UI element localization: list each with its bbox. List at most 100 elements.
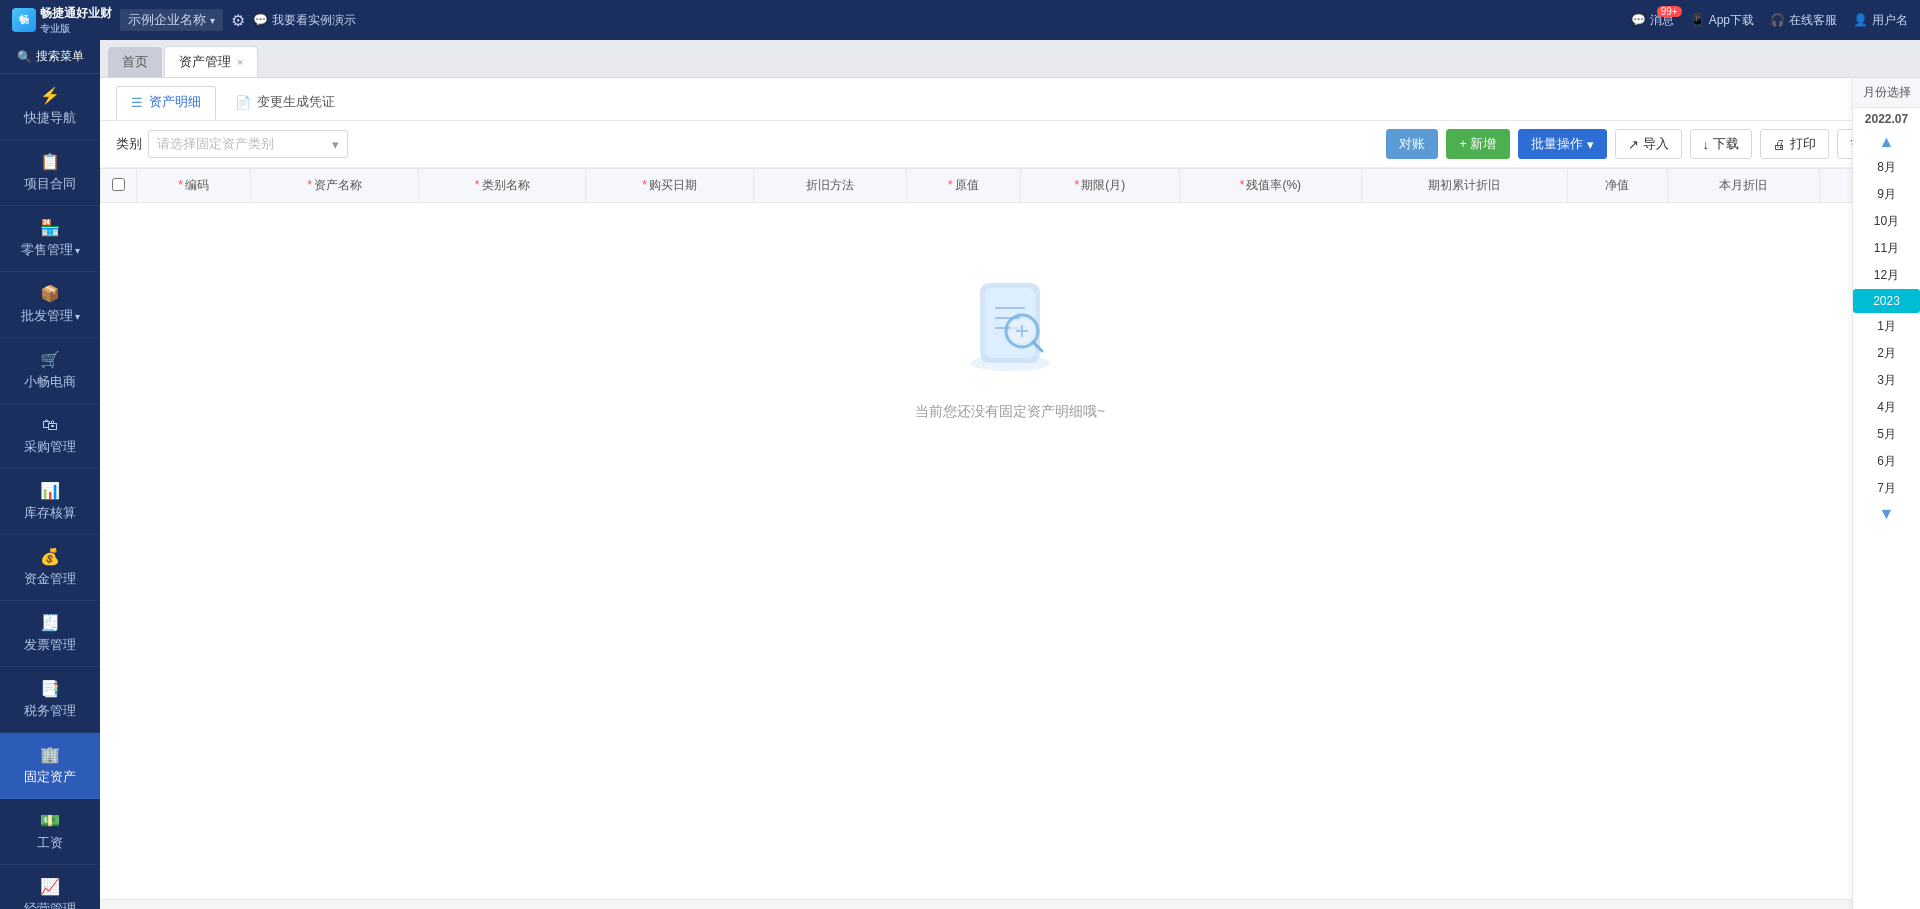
sidebar-item-operations[interactable]: 📈 经营管理 <box>0 865 100 909</box>
ecommerce-icon: 🛒 <box>40 350 60 369</box>
user-icon: 👤 <box>1853 13 1868 27</box>
content-area: 首页 资产管理 × ☰ 资产明细 📄 变更生成凭证 <box>100 40 1920 909</box>
download-icon: 📱 <box>1690 13 1705 27</box>
month-item-12[interactable]: 12月 <box>1853 262 1920 289</box>
col-name: *资产名称 <box>251 169 419 203</box>
sidebar-item-salary[interactable]: 💵 工资 <box>0 799 100 865</box>
col-period: *期限(月) <box>1021 169 1180 203</box>
print-icon: 🖨 <box>1773 137 1786 152</box>
sidebar-item-finance[interactable]: 💰 资金管理 <box>0 535 100 601</box>
online-service-button[interactable]: 🎧 在线客服 <box>1770 12 1837 29</box>
table-wrapper: *编码 *资产名称 *类别名称 *购买日期 折旧方法 *原值 *期限(月) *残… <box>100 168 1920 899</box>
month-item-11[interactable]: 11月 <box>1853 235 1920 262</box>
month-item-6[interactable]: 6月 <box>1853 448 1920 475</box>
invoice-icon: 🧾 <box>40 613 60 632</box>
year-2023-badge[interactable]: 2023 <box>1853 289 1920 313</box>
main-layout: 🔍 搜索菜单 ⚡ 快捷导航 📋 项目合同 🏪 零售管理 ▾ 📦 批发管理 ▾ <box>0 40 1920 909</box>
toolbar: 类别 请选择固定资产类别 ▾ 对账 + 新增 批量操作 ▾ <box>100 121 1920 168</box>
month-item-1[interactable]: 1月 <box>1853 313 1920 340</box>
project-icon: 📋 <box>40 152 60 171</box>
month-item-3[interactable]: 3月 <box>1853 367 1920 394</box>
month-item-4[interactable]: 4月 <box>1853 394 1920 421</box>
month-down-arrow[interactable]: ▼ <box>1876 502 1898 526</box>
tab-asset-management[interactable]: 资产管理 × <box>164 46 258 77</box>
sidebar: 🔍 搜索菜单 ⚡ 快捷导航 📋 项目合同 🏪 零售管理 ▾ 📦 批发管理 ▾ <box>0 40 100 909</box>
col-net-value: 净值 <box>1567 169 1667 203</box>
user-button[interactable]: 👤 用户名 <box>1853 12 1908 29</box>
message-icon: 💬 <box>1631 13 1646 27</box>
bottom-scrollbar[interactable] <box>100 899 1920 909</box>
sidebar-item-purchase[interactable]: 🛍 采购管理 <box>0 404 100 469</box>
sidebar-item-fixed-assets[interactable]: 🏢 固定资产 <box>0 733 100 799</box>
col-accumulated-dep: 期初累计折旧 <box>1362 169 1568 203</box>
sidebar-item-ecommerce[interactable]: 🛒 小畅电商 <box>0 338 100 404</box>
finance-icon: 💰 <box>40 547 60 566</box>
purchase-icon: 🛍 <box>42 416 58 434</box>
chevron-icon: ▾ <box>75 245 80 256</box>
sidebar-item-invoice[interactable]: 🧾 发票管理 <box>0 601 100 667</box>
month-item-2[interactable]: 2月 <box>1853 340 1920 367</box>
select-all-checkbox-header[interactable] <box>101 169 137 203</box>
month-item-10[interactable]: 10月 <box>1853 208 1920 235</box>
fixed-assets-icon: 🏢 <box>40 745 60 764</box>
import-button[interactable]: ↗ 导入 <box>1615 129 1682 159</box>
tab-close-button[interactable]: × <box>237 56 243 68</box>
logo-icon: 畅 <box>12 8 36 32</box>
sub-tab-bar: ☰ 资产明细 📄 变更生成凭证 <box>100 78 1920 121</box>
col-monthly-dep: 本月折旧 <box>1667 169 1820 203</box>
batch-operation-button[interactable]: 批量操作 ▾ <box>1518 129 1607 159</box>
month-item-8[interactable]: 8月 <box>1853 154 1920 181</box>
empty-state: 当前您还没有固定资产明细哦~ <box>100 203 1920 481</box>
month-up-arrow[interactable]: ▲ <box>1876 130 1898 154</box>
select-all-checkbox[interactable] <box>112 178 125 191</box>
empty-text: 当前您还没有固定资产明细哦~ <box>915 403 1105 421</box>
sidebar-search[interactable]: 🔍 搜索菜单 <box>0 40 100 74</box>
sidebar-item-quick-nav[interactable]: ⚡ 快捷导航 <box>0 74 100 140</box>
top-bar-right: 💬 消息 99+ 📱 App下载 🎧 在线客服 👤 用户名 <box>1631 12 1908 29</box>
month-item-5[interactable]: 5月 <box>1853 421 1920 448</box>
table-header-row: *编码 *资产名称 *类别名称 *购买日期 折旧方法 *原值 *期限(月) *残… <box>101 169 1920 203</box>
col-residual-rate: *残值率(%) <box>1179 169 1361 203</box>
search-icon: 🔍 <box>17 50 32 64</box>
download-button[interactable]: ↓ 下载 <box>1690 129 1753 159</box>
reconcile-button[interactable]: 对账 <box>1386 129 1438 159</box>
doc-icon: 📄 <box>235 95 251 110</box>
app-name: 畅捷通好业财 专业版 <box>40 5 112 36</box>
message-button[interactable]: 💬 消息 99+ <box>1631 12 1674 29</box>
month-item-7[interactable]: 7月 <box>1853 475 1920 502</box>
category-dropdown[interactable]: 请选择固定资产类别 ▾ <box>148 130 348 158</box>
sidebar-item-retail[interactable]: 🏪 零售管理 ▾ <box>0 206 100 272</box>
top-bar-left: 畅 畅捷通好业财 专业版 示例企业名称 ▾ ⚙ 💬 我要看实例演示 <box>12 5 356 36</box>
sidebar-item-project-contract[interactable]: 📋 项目合同 <box>0 140 100 206</box>
print-button[interactable]: 🖨 打印 <box>1760 129 1829 159</box>
app-download-button[interactable]: 📱 App下载 <box>1690 12 1754 29</box>
sidebar-item-tax[interactable]: 📑 税务管理 <box>0 667 100 733</box>
col-purchase-date: *购买日期 <box>586 169 754 203</box>
demo-icon: 💬 <box>253 13 268 27</box>
message-badge: 99+ <box>1657 6 1682 17</box>
operations-icon: 📈 <box>40 877 60 896</box>
empty-illustration <box>950 263 1070 383</box>
import-icon: ↗ <box>1628 137 1639 152</box>
dropdown-arrow-icon: ▾ <box>332 137 339 152</box>
batch-arrow-icon: ▾ <box>1587 137 1594 152</box>
sub-tab-change-voucher[interactable]: 📄 变更生成凭证 <box>220 86 350 120</box>
demo-link[interactable]: 💬 我要看实例演示 <box>253 12 356 29</box>
category-label: 类别 <box>116 135 142 153</box>
month-panel-header: 月份选择 <box>1853 78 1920 108</box>
month-panel: 月份选择 2022.07 ▲ 8月 9月 10月 11月 12月 2023 1月… <box>1852 78 1920 909</box>
add-button[interactable]: + 新增 <box>1446 129 1509 159</box>
page-content: ☰ 资产明细 📄 变更生成凭证 类别 请选择固定资产类别 ▾ <box>100 78 1920 909</box>
tax-icon: 📑 <box>40 679 60 698</box>
download-icon2: ↓ <box>1703 137 1710 152</box>
sidebar-item-inventory[interactable]: 📊 库存核算 <box>0 469 100 535</box>
settings-button[interactable]: ⚙ <box>231 11 245 30</box>
tab-home[interactable]: 首页 <box>108 47 162 77</box>
sub-tab-asset-detail[interactable]: ☰ 资产明细 <box>116 86 216 120</box>
month-item-9[interactable]: 9月 <box>1853 181 1920 208</box>
col-category: *类别名称 <box>418 169 586 203</box>
wholesale-icon: 📦 <box>40 284 60 303</box>
category-filter: 类别 请选择固定资产类别 ▾ <box>116 130 348 158</box>
company-selector[interactable]: 示例企业名称 ▾ <box>120 9 223 31</box>
sidebar-item-wholesale[interactable]: 📦 批发管理 ▾ <box>0 272 100 338</box>
